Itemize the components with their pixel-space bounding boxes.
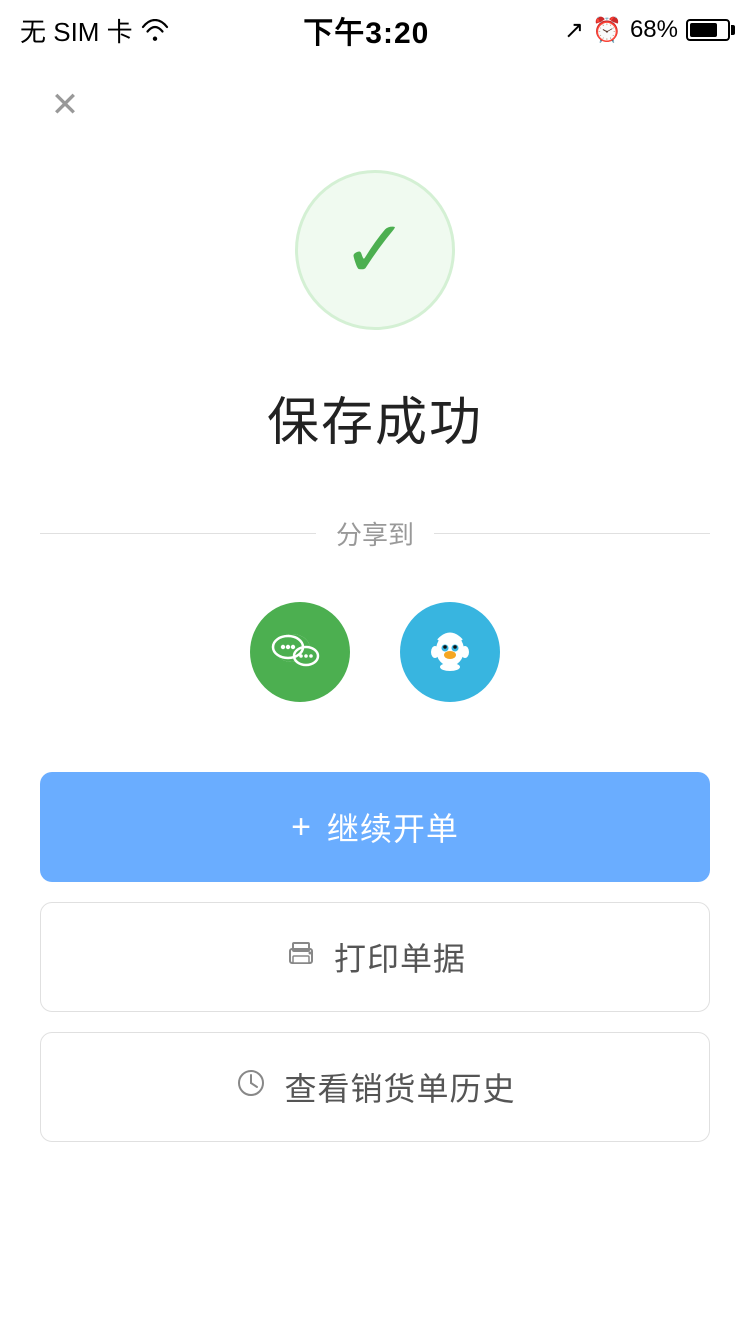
share-label: 分享到 bbox=[336, 515, 414, 552]
share-icons-row bbox=[250, 602, 500, 702]
close-button[interactable]: ✕ bbox=[40, 80, 90, 130]
wifi-icon bbox=[141, 19, 169, 41]
status-left: 无 SIM 卡 bbox=[20, 12, 169, 49]
checkmark-icon: ✓ bbox=[341, 210, 408, 290]
qq-icon bbox=[420, 622, 480, 682]
history-icon bbox=[234, 1066, 268, 1109]
location-icon: ↗ bbox=[564, 16, 584, 45]
close-icon: ✕ bbox=[51, 88, 80, 122]
continue-order-label: 继续开单 bbox=[327, 804, 459, 850]
battery-icon bbox=[686, 19, 730, 41]
success-circle: ✓ bbox=[295, 170, 455, 330]
print-button[interactable]: 打印单据 bbox=[40, 902, 710, 1012]
divider-line-left bbox=[40, 533, 316, 534]
alarm-icon: ⏰ bbox=[592, 16, 622, 45]
carrier-text: 无 SIM 卡 bbox=[20, 12, 133, 49]
continue-order-icon: + bbox=[291, 808, 311, 847]
share-divider: 分享到 bbox=[40, 515, 710, 552]
history-label: 查看销货单历史 bbox=[284, 1064, 515, 1110]
wechat-icon bbox=[270, 622, 330, 682]
success-title: 保存成功 bbox=[267, 380, 483, 455]
close-button-wrap: ✕ bbox=[40, 80, 710, 130]
print-label: 打印单据 bbox=[334, 934, 466, 980]
wechat-share-button[interactable] bbox=[250, 602, 350, 702]
status-time: 下午3:20 bbox=[303, 8, 429, 52]
main-content: ✕ ✓ 保存成功 分享到 bbox=[0, 60, 750, 1142]
print-icon bbox=[284, 936, 318, 979]
action-buttons: + 继续开单 打印单据 bbox=[40, 772, 710, 1142]
status-right: ↗ ⏰ 68% bbox=[564, 16, 730, 45]
qq-share-button[interactable] bbox=[400, 602, 500, 702]
status-bar: 无 SIM 卡 下午3:20 ↗ ⏰ 68% bbox=[0, 0, 750, 60]
history-button[interactable]: 查看销货单历史 bbox=[40, 1032, 710, 1142]
battery-percent: 68% bbox=[630, 16, 678, 44]
continue-order-button[interactable]: + 继续开单 bbox=[40, 772, 710, 882]
divider-line-right bbox=[434, 533, 710, 534]
